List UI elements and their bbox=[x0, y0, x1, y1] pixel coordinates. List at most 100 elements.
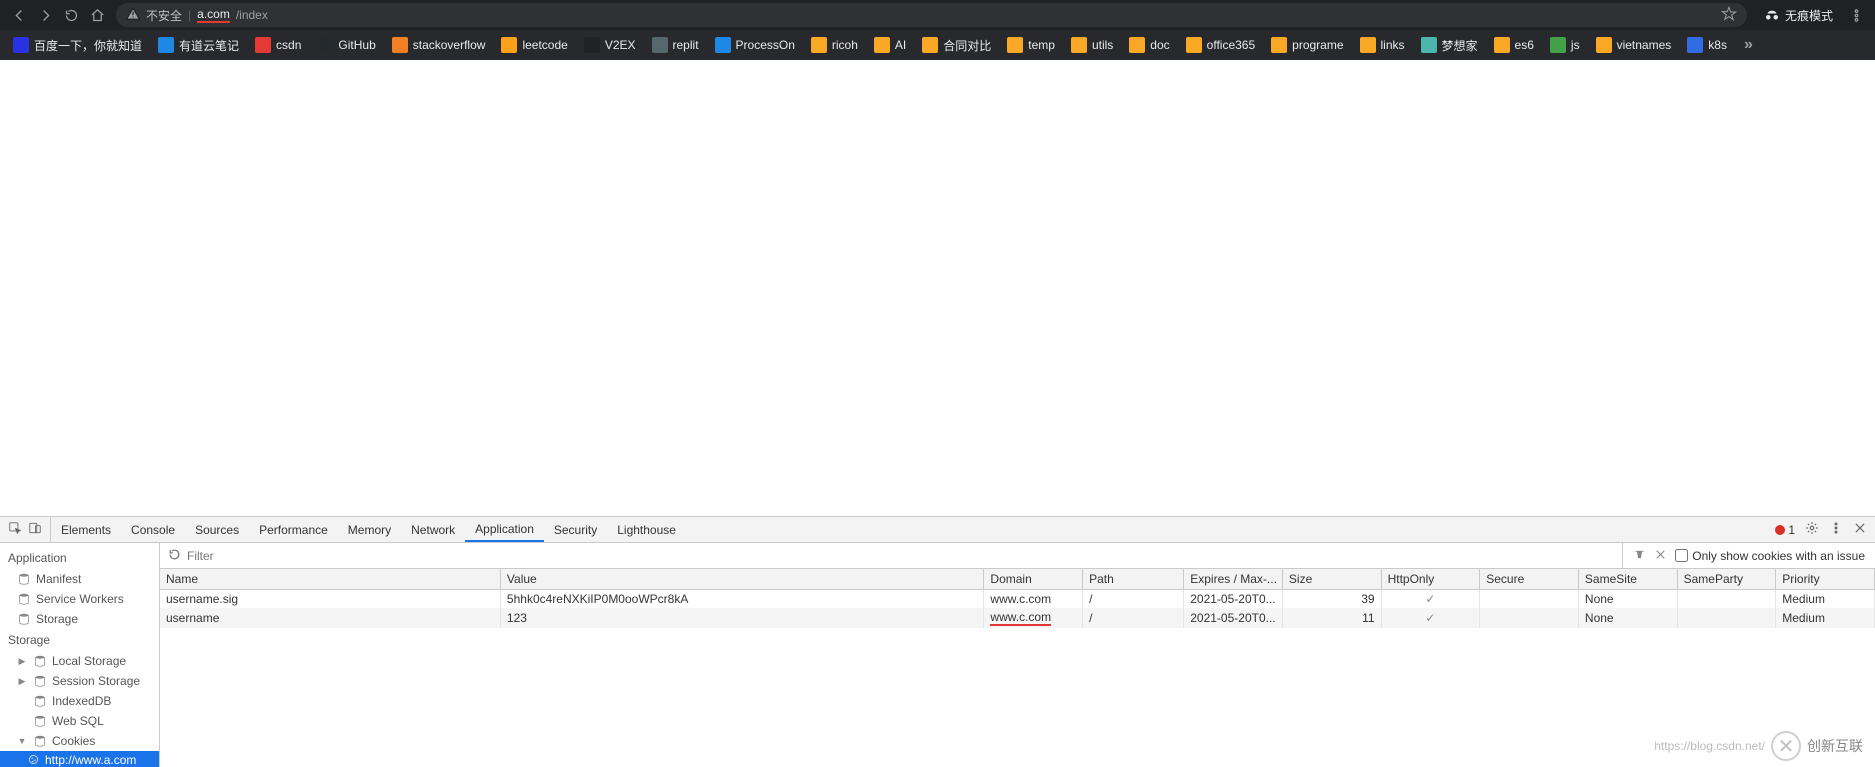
bookmark-favicon-icon bbox=[317, 37, 333, 53]
column-header[interactable]: Domain bbox=[984, 569, 1083, 590]
devtools-menu-icon[interactable] bbox=[1829, 521, 1843, 538]
sidebar-item-session-storage[interactable]: ▶ Session Storage bbox=[0, 671, 159, 691]
column-header[interactable]: Expires / Max-... bbox=[1184, 569, 1283, 590]
bookmark-item[interactable]: es6 bbox=[1487, 34, 1541, 56]
sidebar-item-label: Session Storage bbox=[52, 674, 140, 688]
bookmark-favicon-icon bbox=[255, 37, 271, 53]
devtools-tab-security[interactable]: Security bbox=[544, 517, 607, 542]
incognito-label: 无痕模式 bbox=[1785, 7, 1833, 24]
cell-priority: Medium bbox=[1776, 590, 1875, 609]
sidebar-item-storage[interactable]: Storage bbox=[0, 609, 159, 629]
cell-httponly: ✓ bbox=[1381, 590, 1480, 609]
forward-button[interactable] bbox=[32, 2, 58, 28]
bookmark-label: utils bbox=[1092, 38, 1113, 52]
bookmark-item[interactable]: programe bbox=[1264, 34, 1350, 56]
reload-button[interactable] bbox=[58, 2, 84, 28]
bookmark-item[interactable]: 合同对比 bbox=[915, 34, 998, 57]
sidebar-item-service-workers[interactable]: Service Workers bbox=[0, 589, 159, 609]
sidebar-item-manifest[interactable]: Manifest bbox=[0, 569, 159, 589]
bookmark-item[interactable]: 梦想家 bbox=[1414, 34, 1485, 57]
devtools-tab-network[interactable]: Network bbox=[401, 517, 465, 542]
clear-filter-icon[interactable] bbox=[1633, 548, 1646, 564]
cell-domain: www.c.com bbox=[984, 590, 1083, 609]
bookmark-item[interactable]: csdn bbox=[248, 34, 308, 56]
delete-icon[interactable] bbox=[1654, 548, 1667, 564]
insecure-label: 不安全 bbox=[146, 7, 182, 24]
devtools-tab-elements[interactable]: Elements bbox=[51, 517, 121, 542]
devtools-tab-performance[interactable]: Performance bbox=[249, 517, 338, 542]
bookmark-item[interactable]: ricoh bbox=[804, 34, 865, 56]
bookmark-favicon-icon bbox=[1687, 37, 1703, 53]
sidebar-item-cookies[interactable]: ▼Cookies bbox=[0, 731, 159, 751]
bookmark-star-icon[interactable] bbox=[1721, 6, 1737, 25]
column-header[interactable]: Priority bbox=[1776, 569, 1875, 590]
table-row[interactable]: username 123 www.c.com / 2021-05-20T0...… bbox=[160, 608, 1875, 628]
bookmark-item[interactable]: replit bbox=[645, 34, 706, 56]
bookmark-item[interactable]: temp bbox=[1000, 34, 1062, 56]
bookmark-favicon-icon bbox=[1271, 37, 1287, 53]
column-header[interactable]: Secure bbox=[1480, 569, 1579, 590]
cell-expires: 2021-05-20T0... bbox=[1184, 608, 1283, 628]
bookmark-item[interactable]: 有道云笔记 bbox=[151, 34, 246, 57]
bookmark-item[interactable]: vietnames bbox=[1589, 34, 1679, 56]
column-header[interactable]: SameParty bbox=[1677, 569, 1776, 590]
cookies-panel: Only show cookies with an issue NameValu… bbox=[160, 543, 1875, 767]
bookmark-label: 合同对比 bbox=[943, 37, 991, 54]
browser-menu-icon[interactable] bbox=[1843, 2, 1869, 28]
column-header[interactable]: Size bbox=[1282, 569, 1381, 590]
bookmark-item[interactable]: V2EX bbox=[577, 34, 643, 56]
sidebar-item-label: Manifest bbox=[36, 572, 81, 586]
only-issue-checkbox[interactable]: Only show cookies with an issue bbox=[1675, 549, 1865, 563]
devtools-tab-application[interactable]: Application bbox=[465, 517, 544, 542]
bookmark-item[interactable]: stackoverflow bbox=[385, 34, 493, 56]
devtools-tab-lighthouse[interactable]: Lighthouse bbox=[607, 517, 686, 542]
cell-size: 11 bbox=[1282, 608, 1381, 628]
device-toggle-icon[interactable] bbox=[28, 521, 42, 538]
column-header[interactable]: Path bbox=[1083, 569, 1184, 590]
sidebar-item-indexeddb[interactable]: IndexedDB bbox=[0, 691, 159, 711]
bookmark-label: js bbox=[1571, 38, 1580, 52]
sidebar-item-local-storage[interactable]: ▶Local Storage bbox=[0, 651, 159, 671]
sidebar-cookie-origin[interactable]: http://www.a.com bbox=[0, 751, 159, 767]
cookies-table[interactable]: NameValueDomainPathExpires / Max-...Size… bbox=[160, 569, 1875, 767]
bookmark-item[interactable]: links bbox=[1353, 34, 1412, 56]
bookmark-item[interactable]: 百度一下，你就知道 bbox=[6, 34, 149, 57]
cell-httponly: ✓ bbox=[1381, 608, 1480, 628]
bookmark-item[interactable]: doc bbox=[1122, 34, 1176, 56]
error-count-badge[interactable]: 1 bbox=[1775, 523, 1795, 537]
bookmark-item[interactable]: js bbox=[1543, 34, 1587, 56]
column-header[interactable]: Name bbox=[160, 569, 500, 590]
home-button[interactable] bbox=[84, 2, 110, 28]
cell-samesite: None bbox=[1578, 608, 1677, 628]
column-header[interactable]: SameSite bbox=[1578, 569, 1677, 590]
close-icon[interactable] bbox=[1853, 521, 1867, 538]
sidebar-item-web-sql[interactable]: Web SQL bbox=[0, 711, 159, 731]
devtools-tab-sources[interactable]: Sources bbox=[185, 517, 249, 542]
refresh-icon[interactable] bbox=[168, 548, 181, 564]
tree-toggle-icon[interactable]: ▼ bbox=[18, 736, 26, 746]
bookmarks-bar: 百度一下，你就知道有道云笔记csdnGitHubstackoverflowlee… bbox=[0, 30, 1875, 60]
address-bar[interactable]: 不安全 | a.com/index bbox=[116, 3, 1747, 27]
bookmark-item[interactable]: utils bbox=[1064, 34, 1120, 56]
filter-input[interactable] bbox=[187, 549, 1614, 563]
bookmark-item[interactable]: GitHub bbox=[310, 34, 382, 56]
inspect-icon[interactable] bbox=[8, 521, 22, 538]
column-header[interactable]: Value bbox=[500, 569, 984, 590]
column-header[interactable]: HttpOnly bbox=[1381, 569, 1480, 590]
back-button[interactable] bbox=[6, 2, 32, 28]
table-row[interactable]: username.sig 5hhk0c4reNXKiIP0M0ooWPcr8kA… bbox=[160, 590, 1875, 609]
bookmark-item[interactable]: ProcessOn bbox=[708, 34, 802, 56]
tree-toggle-icon[interactable]: ▶ bbox=[18, 656, 26, 667]
bookmark-favicon-icon bbox=[584, 37, 600, 53]
bookmarks-overflow-icon[interactable]: » bbox=[1736, 36, 1761, 54]
bookmark-item[interactable]: k8s bbox=[1680, 34, 1734, 56]
settings-icon[interactable] bbox=[1805, 521, 1819, 538]
bookmark-item[interactable]: office365 bbox=[1179, 34, 1263, 56]
bookmark-item[interactable]: leetcode bbox=[494, 34, 574, 56]
devtools-tab-console[interactable]: Console bbox=[121, 517, 185, 542]
devtools-tab-memory[interactable]: Memory bbox=[338, 517, 401, 542]
bookmark-item[interactable]: AI bbox=[867, 34, 913, 56]
tree-toggle-icon[interactable]: ▶ bbox=[18, 676, 26, 687]
bookmark-favicon-icon bbox=[1550, 37, 1566, 53]
cell-value: 123 bbox=[500, 608, 984, 628]
